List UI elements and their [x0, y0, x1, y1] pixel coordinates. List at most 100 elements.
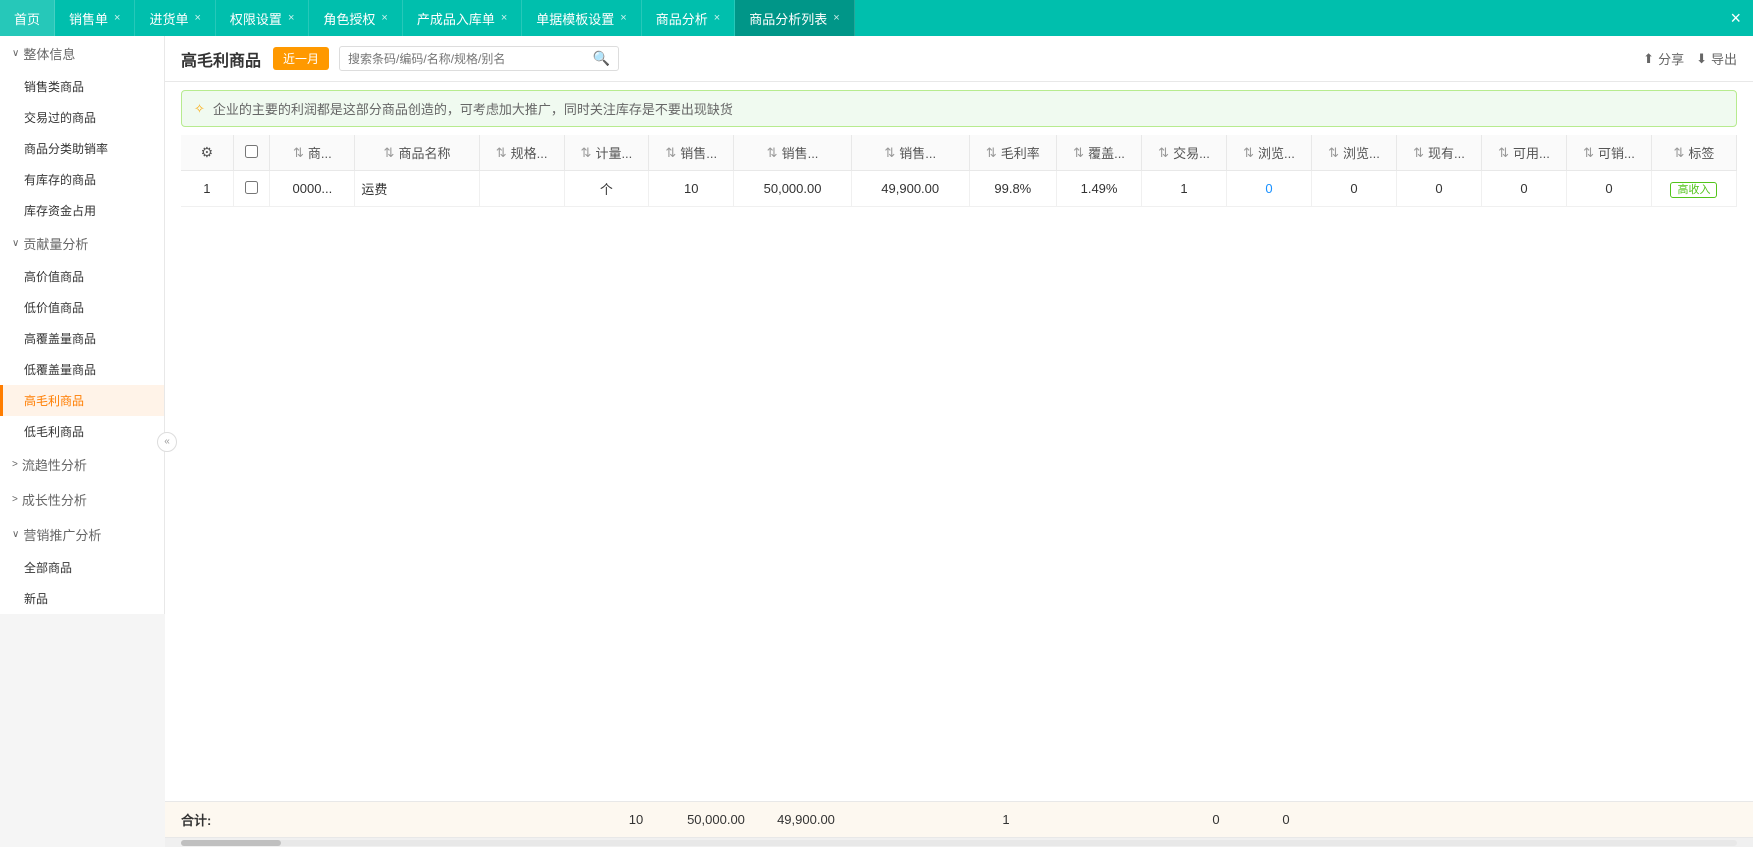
export-button[interactable]: ⬇ 导出 — [1696, 49, 1737, 68]
col-header-14[interactable]: ⇅现有... — [1397, 135, 1482, 171]
col-header-3[interactable]: ⇅商品名称 — [355, 135, 479, 171]
sidebar-group-4[interactable]: ∨营销推广分析 — [0, 517, 164, 552]
sidebar-group-2[interactable]: >流趋性分析 — [0, 447, 164, 482]
share-button[interactable]: ⬆ 分享 — [1643, 49, 1684, 68]
scrollbar-track — [181, 840, 1737, 846]
time-filter-button[interactable]: 近一月 — [273, 47, 329, 70]
sidebar-item-4-1[interactable]: 新品 — [0, 583, 164, 614]
nav-close-icon-6[interactable]: × — [620, 12, 626, 24]
col-resizer-2[interactable]: ⇅ — [293, 145, 304, 161]
search-box: 🔍 — [339, 46, 619, 71]
col-resizer-17[interactable]: ⇅ — [1674, 145, 1685, 161]
nav-close-icon-5[interactable]: × — [501, 12, 507, 24]
sidebar-group-3[interactable]: >成长性分析 — [0, 482, 164, 517]
sidebar-item-0-2[interactable]: 商品分类助销率 — [0, 133, 164, 164]
sidebar-item-4-0[interactable]: 全部商品 — [0, 552, 164, 583]
col-header-2[interactable]: ⇅商... — [270, 135, 355, 171]
sidebar-toggle-button[interactable]: « — [157, 432, 177, 452]
nav-item-8[interactable]: 商品分析列表× — [735, 0, 854, 36]
sidebar-item-1-5[interactable]: 低毛利商品 — [0, 416, 164, 447]
row-checkbox[interactable] — [233, 171, 270, 207]
row-link-0[interactable]: 0 — [1265, 181, 1272, 196]
row-coverage: 1.49% — [1057, 171, 1142, 207]
col-label-17: 标签 — [1688, 143, 1714, 162]
col-resizer-15[interactable]: ⇅ — [1498, 145, 1509, 161]
sidebar-item-1-2[interactable]: 高覆盖量商品 — [0, 323, 164, 354]
nav-item-1[interactable]: 销售单× — [55, 0, 135, 36]
sidebar-group-label-0: 整体信息 — [23, 44, 75, 63]
nav-item-4[interactable]: 角色授权× — [309, 0, 402, 36]
footer-bar: 合计: 10 50,000.00 49,900.00 1 0 0 — [165, 801, 1753, 837]
col-header-12[interactable]: ⇅浏览... — [1227, 135, 1312, 171]
col-resizer-7[interactable]: ⇅ — [767, 145, 778, 161]
horizontal-scrollbar[interactable] — [165, 837, 1753, 847]
col-resizer-10[interactable]: ⇅ — [1073, 145, 1084, 161]
nav-item-7[interactable]: 商品分析× — [642, 0, 735, 36]
table-row: 10000...运费个1050,000.0049,900.0099.8%1.49… — [181, 171, 1737, 207]
col-resizer-12[interactable]: ⇅ — [1243, 145, 1254, 161]
search-icon[interactable]: 🔍 — [593, 50, 610, 67]
col-header-5[interactable]: ⇅计量... — [564, 135, 649, 171]
col-header-4[interactable]: ⇅规格... — [479, 135, 564, 171]
col-resizer-11[interactable]: ⇅ — [1158, 145, 1169, 161]
col-header-10[interactable]: ⇅覆盖... — [1057, 135, 1142, 171]
close-all-button[interactable]: × — [1718, 0, 1753, 36]
sidebar-group-1[interactable]: ∨贡献量分析 — [0, 226, 164, 261]
col-resizer-13[interactable]: ⇅ — [1328, 145, 1339, 161]
sidebar-group-arrow-4: ∨ — [12, 529, 19, 540]
nav-item-0[interactable]: 首页 — [0, 0, 55, 36]
row-sales2: 50,000.00 — [734, 171, 852, 207]
row-transaction: 1 — [1142, 171, 1227, 207]
footer-transaction: 1 — [971, 812, 1041, 827]
sidebar-item-1-0[interactable]: 高价值商品 — [0, 261, 164, 292]
col-resizer-6[interactable]: ⇅ — [665, 145, 676, 161]
nav-close-icon-8[interactable]: × — [833, 12, 839, 24]
col-label-15: 可用... — [1513, 143, 1550, 162]
col-header-15[interactable]: ⇅可用... — [1481, 135, 1566, 171]
col-resizer-14[interactable]: ⇅ — [1413, 145, 1424, 161]
row-checkbox-input[interactable] — [245, 181, 258, 194]
nav-close-icon-3[interactable]: × — [288, 12, 294, 24]
col-header-17[interactable]: ⇅标签 — [1651, 135, 1736, 171]
col-header-11[interactable]: ⇅交易... — [1142, 135, 1227, 171]
col-resizer-3[interactable]: ⇅ — [384, 145, 395, 161]
col-resizer-5[interactable]: ⇅ — [581, 145, 592, 161]
nav-item-2[interactable]: 进货单× — [135, 0, 215, 36]
col-header-13[interactable]: ⇅浏览... — [1312, 135, 1397, 171]
sidebar-group-0[interactable]: ∨整体信息 — [0, 36, 164, 71]
footer-available: 0 — [1251, 812, 1321, 827]
scrollbar-thumb[interactable] — [181, 840, 281, 846]
col-resizer-9[interactable]: ⇅ — [986, 145, 997, 161]
col-resizer-8[interactable]: ⇅ — [884, 145, 895, 161]
col-header-7[interactable]: ⇅销售... — [734, 135, 852, 171]
col-header-8[interactable]: ⇅销售... — [851, 135, 969, 171]
search-input[interactable] — [348, 52, 593, 66]
col-resizer-16[interactable]: ⇅ — [1583, 145, 1594, 161]
nav-close-icon-4[interactable]: × — [381, 12, 387, 24]
col-label-14: 现有... — [1428, 143, 1465, 162]
nav-item-3[interactable]: 权限设置× — [216, 0, 309, 36]
col-resizer-4[interactable]: ⇅ — [496, 145, 507, 161]
sidebar-item-1-4[interactable]: 高毛利商品 — [0, 385, 164, 416]
nav-close-icon-2[interactable]: × — [194, 12, 200, 24]
nav-close-icon-1[interactable]: × — [114, 12, 120, 24]
settings-icon[interactable]: ⚙ — [201, 144, 214, 160]
col-header-9[interactable]: ⇅毛利率 — [969, 135, 1057, 171]
share-icon: ⬆ — [1643, 51, 1654, 67]
sidebar-item-0-3[interactable]: 有库存的商品 — [0, 164, 164, 195]
nav-item-5[interactable]: 产成品入库单× — [403, 0, 522, 36]
select-all-checkbox[interactable] — [245, 145, 258, 158]
sidebar-group-label-1: 贡献量分析 — [23, 234, 88, 253]
sidebar-item-1-1[interactable]: 低价值商品 — [0, 292, 164, 323]
sidebar-item-0-0[interactable]: 销售类商品 — [0, 71, 164, 102]
sidebar-item-0-4[interactable]: 库存资金占用 — [0, 195, 164, 226]
col-header-16[interactable]: ⇅可销... — [1566, 135, 1651, 171]
row-browse1[interactable]: 0 — [1227, 171, 1312, 207]
sidebar-item-1-3[interactable]: 低覆盖量商品 — [0, 354, 164, 385]
col-header-6[interactable]: ⇅销售... — [649, 135, 734, 171]
page-title: 高毛利商品 — [181, 47, 261, 71]
sidebar-item-0-1[interactable]: 交易过的商品 — [0, 102, 164, 133]
export-icon: ⬇ — [1696, 51, 1707, 67]
nav-item-6[interactable]: 单据模板设置× — [522, 0, 641, 36]
nav-close-icon-7[interactable]: × — [714, 12, 720, 24]
